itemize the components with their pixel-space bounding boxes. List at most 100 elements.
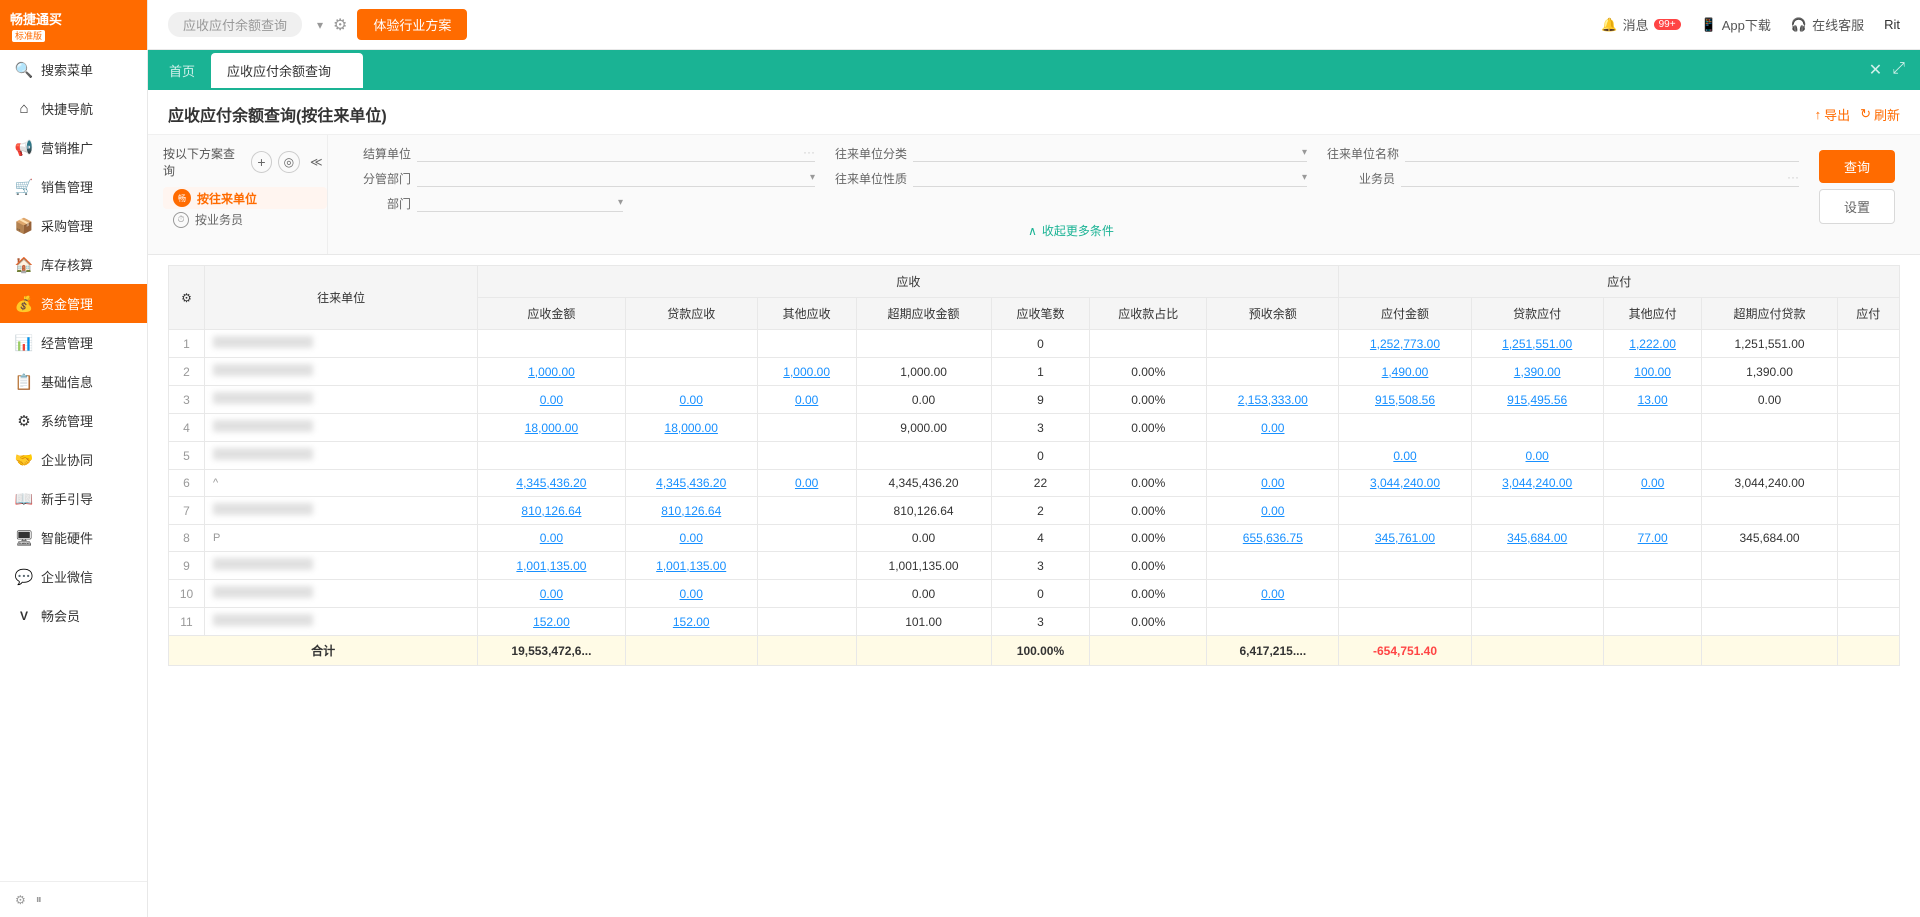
summary-yf-dk: [1471, 636, 1603, 666]
th-ys-yv: 预收余额: [1207, 298, 1339, 330]
sidebar-item-sales[interactable]: 🛒 销售管理: [0, 167, 147, 206]
promo-button[interactable]: 体验行业方案: [357, 9, 467, 40]
filter-jiesuan-unit-input[interactable]: [417, 145, 803, 159]
filter-partner-name-input[interactable]: [1405, 145, 1799, 159]
tab-close-window-icon[interactable]: ✕: [1869, 60, 1882, 80]
summary-ys-bs-zb: 100.00%: [991, 636, 1090, 666]
customer-service-button[interactable]: 🎧 在线客服: [1791, 15, 1864, 34]
filter-salesman-dots[interactable]: ···: [1787, 170, 1799, 184]
finance-icon: 💰: [15, 295, 33, 313]
topbar-dropdown-icon[interactable]: ▾: [317, 18, 323, 32]
sidebar-item-quicknav[interactable]: ⌂ 快捷导航: [0, 89, 147, 128]
sidebar-logo: 畅捷通买 标准版: [0, 0, 147, 50]
search-icon: 🔍: [15, 61, 33, 79]
notifications-button[interactable]: 🔔 消息 99+: [1601, 15, 1680, 34]
summary-ys-dk: [625, 636, 757, 666]
refresh-button[interactable]: ↻ 刷新: [1860, 105, 1900, 124]
th-ys-qt: 其他应收: [757, 298, 856, 330]
filter-fenguan-dept-arrow[interactable]: ▾: [810, 172, 815, 183]
topbar: 应收应付余额查询 ▾ ⚙ 体验行业方案 🔔 消息 99+ 📱 App下载 🎧 在…: [148, 0, 1920, 50]
filter-dept-label: 部门: [343, 195, 411, 212]
sidebar-item-guide[interactable]: 📖 新手引导: [0, 479, 147, 518]
topbar-gear-icon[interactable]: ⚙: [333, 15, 347, 35]
filter-dept-arrow[interactable]: ▾: [618, 197, 623, 208]
summary-yf-rest: [1837, 636, 1899, 666]
sidebar-item-hardware[interactable]: 🖥 智能硬件: [0, 518, 147, 557]
guide-icon: 📖: [15, 490, 33, 508]
user-name[interactable]: Rit: [1884, 17, 1900, 32]
th-yf-rest: 应付: [1837, 298, 1899, 330]
export-button[interactable]: ↑ 导出: [1815, 105, 1851, 124]
set-button[interactable]: 设置: [1819, 189, 1895, 224]
sidebar-item-base[interactable]: 📋 基础信息: [0, 362, 147, 401]
settings-footer-icon[interactable]: ⚙: [15, 893, 26, 907]
tab-ar-ap[interactable]: 应收应付余额查询 ×: [211, 53, 363, 88]
data-table-section: ⚙ 往来单位 应收 应付 应收金额 贷款应收 其他应收 超期应收金额 应收笔数: [148, 255, 1920, 917]
sidebar-item-ops[interactable]: 📊 经营管理: [0, 323, 147, 362]
filter-partner-name: 往来单位名称: [1327, 145, 1799, 162]
filter-collapse-more-link[interactable]: ∧ 收起更多条件: [1028, 217, 1114, 244]
filter-scheme-by-salesman[interactable]: ⏱ 按业务员: [163, 209, 327, 230]
summary-yf-je: -654,751.40: [1339, 636, 1471, 666]
sidebar-item-system[interactable]: ⚙ 系统管理: [0, 401, 147, 440]
page-title: 应收应付余额查询(按往来单位): [168, 102, 387, 126]
sidebar-item-wechat[interactable]: 💬 企业微信: [0, 557, 147, 596]
filter-jiesuan-unit-label: 结算单位: [343, 145, 411, 162]
sidebar-item-marketing[interactable]: 📢 营销推广: [0, 128, 147, 167]
filter-fenguan-dept-label: 分管部门: [343, 170, 411, 187]
th-ys-zb: 应收款占比: [1090, 298, 1207, 330]
table-row: 30.000.000.000.0090.00%2,153,333.00915,5…: [169, 386, 1900, 414]
tab-home[interactable]: 首页: [153, 53, 211, 88]
table-settings-th[interactable]: ⚙: [169, 266, 205, 330]
sidebar: 畅捷通买 标准版 🔍 搜索菜单 ⌂ 快捷导航 📢 营销推广 🛒 销售管理 📦 采…: [0, 0, 148, 917]
summary-ys-qt: [757, 636, 856, 666]
th-yf-qt: 其他应付: [1603, 298, 1702, 330]
filter-salesman-input[interactable]: [1401, 170, 1787, 184]
query-button[interactable]: 查询: [1819, 150, 1895, 183]
tab-expand-icon[interactable]: ⤢: [1892, 60, 1905, 80]
filter-partner-nature-label: 往来单位性质: [835, 170, 907, 187]
sidebar-item-finance[interactable]: 💰 资金管理: [0, 284, 147, 323]
filter-add-button[interactable]: +: [251, 151, 272, 173]
inventory-icon: 🏠: [15, 256, 33, 274]
filter-fenguan-dept-input[interactable]: [417, 170, 810, 184]
filter-scheme-button[interactable]: ◎: [278, 151, 299, 173]
summary-ys-zb-empty: [1090, 636, 1207, 666]
filter-scheme-by-partner[interactable]: 畅 按往来单位: [163, 187, 327, 209]
table-row: 8P0.000.000.0040.00%655,636.75345,761.00…: [169, 525, 1900, 552]
filter-partner-nature-arrow[interactable]: ▾: [1302, 172, 1307, 183]
chevron-up-icon: ∧: [1028, 224, 1037, 238]
app-download-button[interactable]: 📱 App下载: [1701, 15, 1771, 34]
ops-icon: 📊: [15, 334, 33, 352]
filter-partner-name-label: 往来单位名称: [1327, 145, 1399, 162]
purchase-icon: 📦: [15, 217, 33, 235]
sidebar-item-search[interactable]: 🔍 搜索菜单: [0, 50, 147, 89]
th-yf-je: 应付金额: [1339, 298, 1471, 330]
filter-partner-nature-input[interactable]: [913, 170, 1302, 184]
sidebar-logo-badge: 标准版: [12, 30, 45, 42]
collapse-footer-icon[interactable]: ⏸: [36, 892, 42, 907]
summary-yf-qt: [1603, 636, 1702, 666]
table-row: 500.000.00: [169, 442, 1900, 470]
summary-ys-cq: [856, 636, 991, 666]
filter-partner-category-arrow[interactable]: ▾: [1302, 147, 1307, 158]
table-row: 91,001,135.001,001,135.001,001,135.0030.…: [169, 552, 1900, 580]
filter-dept-input[interactable]: [417, 195, 618, 209]
filter-jiesuan-unit-dots[interactable]: ···: [803, 145, 815, 159]
sales-icon: 🛒: [15, 178, 33, 196]
table-yingfu-group-th: 应付: [1339, 266, 1900, 298]
sidebar-item-inventory[interactable]: 🏠 库存核算: [0, 245, 147, 284]
tab-close-icon[interactable]: ×: [340, 64, 348, 79]
table-settings-icon[interactable]: ⚙: [181, 291, 192, 305]
sidebar-item-purchase[interactable]: 📦 采购管理: [0, 206, 147, 245]
sidebar-item-member[interactable]: V 畅会员: [0, 596, 147, 635]
th-ys-dk: 贷款应收: [625, 298, 757, 330]
member-icon: V: [15, 607, 33, 625]
sidebar-item-collab[interactable]: 🤝 企业协同: [0, 440, 147, 479]
table-yingshou-group-th: 应收: [478, 266, 1339, 298]
filter-partner-category-input[interactable]: [913, 145, 1302, 159]
hardware-icon: 🖥: [15, 529, 33, 547]
filter-partner-category: 往来单位分类 ▾: [835, 145, 1307, 162]
filter-collapse-button[interactable]: ≪: [306, 151, 327, 173]
th-ys-cq: 超期应收金额: [856, 298, 991, 330]
